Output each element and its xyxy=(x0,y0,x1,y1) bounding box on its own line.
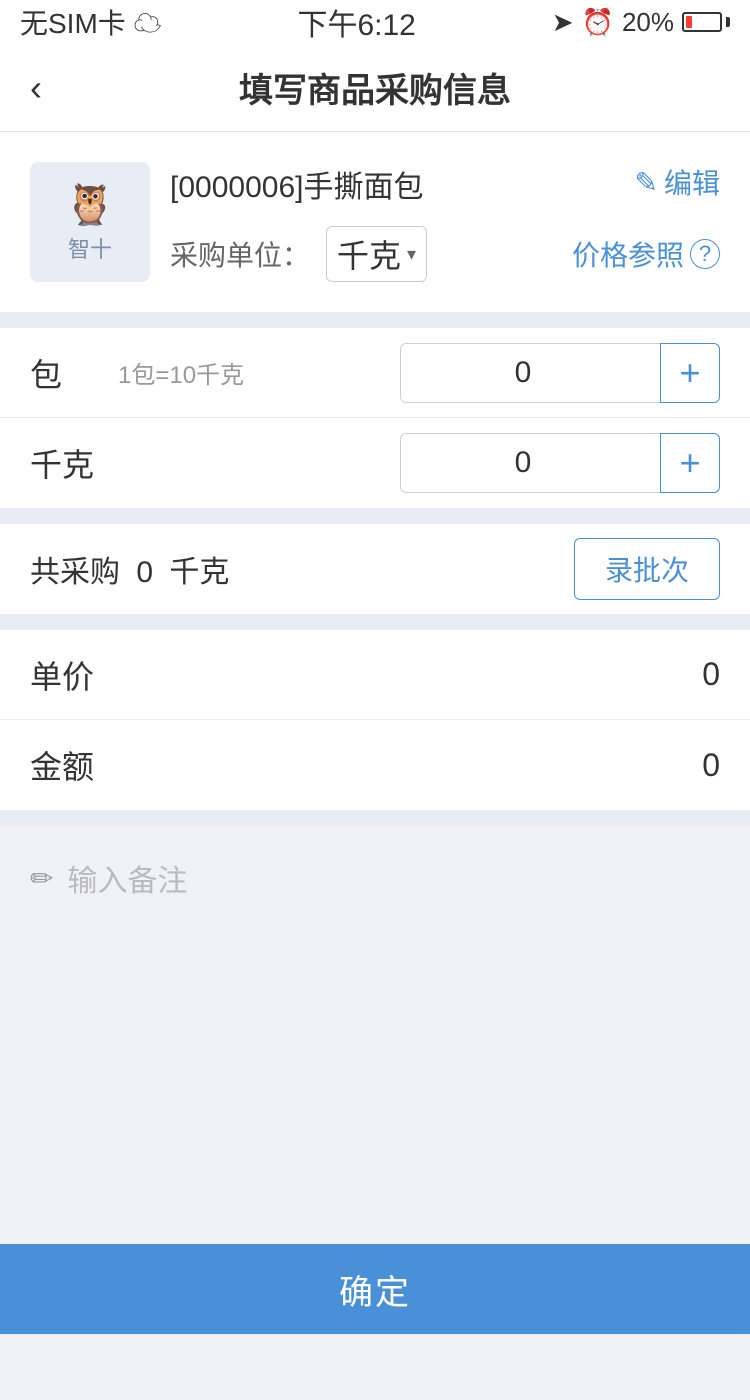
battery-indicator xyxy=(682,12,730,32)
product-meta: 采购单位： 千克 ▾ xyxy=(170,226,427,282)
bao-plus-button[interactable]: + xyxy=(660,343,720,403)
kg-input[interactable] xyxy=(400,433,660,493)
pencil-icon: ✏ xyxy=(30,862,53,895)
edit-icon: ✎ xyxy=(635,166,658,199)
unit-price-value: 0 xyxy=(702,656,720,693)
kg-input-wrapper: + xyxy=(110,433,720,493)
status-time: 下午6:12 xyxy=(297,0,415,44)
divider-1 xyxy=(0,312,750,328)
unit-price-row: 单价 0 xyxy=(0,630,750,720)
help-icon: ? xyxy=(690,239,720,269)
confirm-button[interactable]: 确定 xyxy=(0,1244,750,1334)
divider-3 xyxy=(0,614,750,630)
amount-label: 金额 xyxy=(30,742,94,788)
unit-value: 千克 xyxy=(337,231,401,277)
kg-input-row: 千克 + xyxy=(0,418,750,508)
status-right: ➤ ⏰ 20% xyxy=(552,7,730,38)
summary-value: 0 xyxy=(136,556,153,589)
bao-input-wrapper: + xyxy=(244,343,720,403)
divider-4 xyxy=(0,810,750,826)
unit-price-label: 单价 xyxy=(30,652,94,698)
back-button[interactable]: ‹ xyxy=(30,57,52,119)
summary-section: 共采购 0 千克 录批次 xyxy=(0,524,750,614)
product-thumbnail: 🦉 智十 xyxy=(30,162,150,282)
notes-section[interactable]: ✏ 输入备注 xyxy=(0,826,750,930)
price-ref-button[interactable]: 价格参照 ? xyxy=(572,234,720,274)
amount-value: 0 xyxy=(702,747,720,784)
unit-label: 采购单位： xyxy=(170,234,310,274)
product-name: [0000006]手撕面包 xyxy=(170,162,423,206)
product-thumb-text: 智十 xyxy=(68,232,112,264)
price-section: 单价 0 金额 0 xyxy=(0,630,750,810)
product-info: [0000006]手撕面包 ✎ 编辑 采购单位： 千克 ▾ 价格参照 ? xyxy=(170,162,720,282)
bao-sublabel: 1包=10千克 xyxy=(118,355,244,390)
input-section: 包 1包=10千克 + 千克 + xyxy=(0,328,750,508)
notes-placeholder: 输入备注 xyxy=(67,856,187,900)
divider-2 xyxy=(0,508,750,524)
summary-text: 共采购 0 千克 xyxy=(30,547,229,591)
status-bar: 无SIM卡 ☁ 下午6:12 ➤ ⏰ 20% xyxy=(0,0,750,44)
record-batch-button[interactable]: 录批次 xyxy=(574,538,720,600)
sim-status: 无SIM卡 ☁ xyxy=(20,2,162,42)
bao-input[interactable] xyxy=(400,343,660,403)
alarm-icon: ⏰ xyxy=(582,7,614,38)
product-owl-icon: 🦉 xyxy=(65,181,115,228)
amount-row: 金额 0 xyxy=(0,720,750,810)
summary-row: 共采购 0 千克 录批次 xyxy=(30,524,720,614)
battery-percent: 20% xyxy=(622,7,674,38)
kg-label: 千克 xyxy=(30,440,110,486)
product-card: 🦉 智十 [0000006]手撕面包 ✎ 编辑 采购单位： 千克 ▾ xyxy=(0,132,750,312)
edit-button[interactable]: ✎ 编辑 xyxy=(635,162,720,202)
unit-dropdown[interactable]: 千克 ▾ xyxy=(326,226,427,282)
page-title: 填写商品采购信息 xyxy=(239,63,511,112)
kg-plus-button[interactable]: + xyxy=(660,433,720,493)
nav-bar: ‹ 填写商品采购信息 xyxy=(0,44,750,132)
dropdown-arrow-icon: ▾ xyxy=(407,244,416,265)
status-left: 无SIM卡 ☁ xyxy=(20,2,162,42)
location-icon: ➤ xyxy=(552,7,574,38)
bao-input-row: 包 1包=10千克 + xyxy=(0,328,750,418)
bao-label: 包 xyxy=(30,350,110,396)
